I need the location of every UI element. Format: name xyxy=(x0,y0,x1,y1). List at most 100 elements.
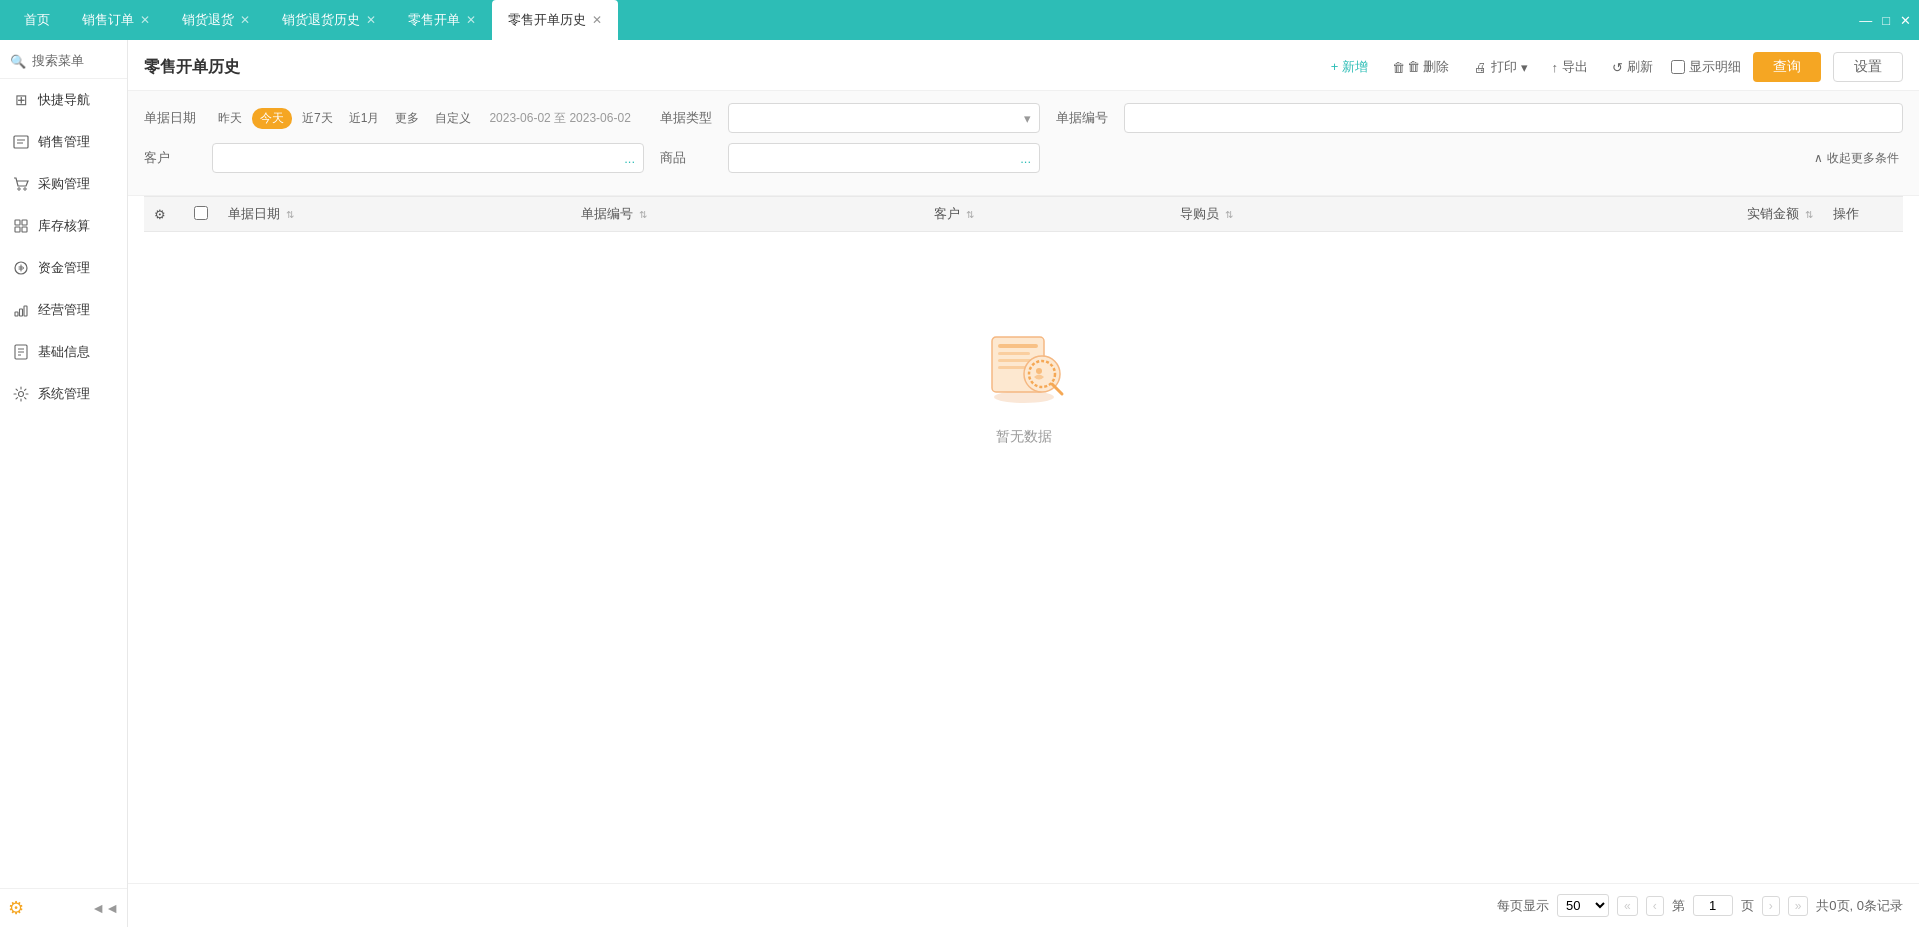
doc-type-select[interactable]: ▾ xyxy=(728,103,1040,133)
last-page-button[interactable]: » xyxy=(1788,896,1809,916)
tab-sales-return-history[interactable]: 销货退货历史 ✕ xyxy=(266,0,392,40)
export-button[interactable]: ↑ 导出 xyxy=(1546,54,1595,80)
tab-close-sales-order[interactable]: ✕ xyxy=(140,13,150,27)
window-expand[interactable]: □ xyxy=(1882,13,1890,28)
tab-close-sales-return-history[interactable]: ✕ xyxy=(366,13,376,27)
tab-close-retail-open[interactable]: ✕ xyxy=(466,13,476,27)
sidebar-bottom: ⚙ ◄◄ xyxy=(0,888,127,927)
sidebar: 🔍 搜索菜单 ⊞ 快捷导航 销售管理 采购管理 库存核算 xyxy=(0,40,128,927)
collapse-button[interactable]: ∧ 收起更多条件 xyxy=(1810,146,1903,171)
sidebar-item-operation[interactable]: 经营管理 xyxy=(0,289,127,331)
svg-rect-0 xyxy=(14,136,28,148)
sidebar-search[interactable]: 🔍 搜索菜单 xyxy=(0,40,127,79)
th-amount[interactable]: 实销金额 ⇅ xyxy=(1470,197,1823,232)
page-size-select[interactable]: 50 10 20 100 xyxy=(1557,894,1609,917)
product-select[interactable]: ... xyxy=(728,143,1040,173)
inventory-icon xyxy=(12,217,30,235)
prev-page-button[interactable]: ‹ xyxy=(1646,896,1664,916)
next-page-button[interactable]: › xyxy=(1762,896,1780,916)
filter-area: 单据日期 昨天 今天 近7天 近1月 更多 自定义 2023-06-02 至 2… xyxy=(128,91,1919,196)
window-close[interactable]: ✕ xyxy=(1900,13,1911,28)
sidebar-item-purchase-mgmt[interactable]: 采购管理 xyxy=(0,163,127,205)
sort-no-icon: ⇅ xyxy=(639,209,647,220)
th-date[interactable]: 单据日期 ⇅ xyxy=(218,197,571,232)
date-btn-today[interactable]: 今天 xyxy=(252,108,292,129)
sort-date-icon: ⇅ xyxy=(286,209,294,220)
sidebar-item-basic-info[interactable]: 基础信息 xyxy=(0,331,127,373)
th-checkbox xyxy=(184,197,218,232)
tab-retail-open-history[interactable]: 零售开单历史 ✕ xyxy=(492,0,618,40)
th-customer[interactable]: 客户 ⇅ xyxy=(924,197,1170,232)
print-arrow-icon: ▾ xyxy=(1521,60,1528,75)
column-settings-icon[interactable]: ⚙ xyxy=(154,207,166,222)
th-salesperson[interactable]: 导购员 ⇅ xyxy=(1170,197,1470,232)
filter-customer: 客户 ... xyxy=(144,143,644,173)
doc-no-input[interactable] xyxy=(1124,103,1903,133)
svg-rect-6 xyxy=(22,220,27,225)
filter-doc-type: 单据类型 ▾ xyxy=(660,103,1040,133)
page-input[interactable] xyxy=(1693,895,1733,916)
sidebar-item-sys-mgmt[interactable]: 系统管理 xyxy=(0,373,127,415)
filter-date: 单据日期 昨天 今天 近7天 近1月 更多 自定义 2023-06-02 至 2… xyxy=(144,108,644,129)
date-btn-7days[interactable]: 近7天 xyxy=(296,108,339,129)
svg-point-4 xyxy=(24,188,26,190)
content-area: 零售开单历史 + 新增 🗑 🗑 删除 🖨 打印 ▾ ↑ 导出 ↺ xyxy=(128,40,1919,927)
refresh-button[interactable]: ↺ 刷新 xyxy=(1606,54,1659,80)
sidebar-item-sales-mgmt[interactable]: 销售管理 xyxy=(0,121,127,163)
sort-amount-icon: ⇅ xyxy=(1805,209,1813,220)
filter-row-2: 客户 ... 商品 ... ∧ xyxy=(144,143,1903,173)
add-button[interactable]: + 新增 xyxy=(1325,54,1374,80)
filter-row-1: 单据日期 昨天 今天 近7天 近1月 更多 自定义 2023-06-02 至 2… xyxy=(144,103,1903,133)
date-btn-custom[interactable]: 自定义 xyxy=(429,108,477,129)
customer-ellipsis-icon[interactable]: ... xyxy=(624,151,635,166)
page-title: 零售开单历史 xyxy=(144,57,240,78)
sys-mgmt-icon xyxy=(12,385,30,403)
delete-button[interactable]: 🗑 🗑 删除 xyxy=(1386,54,1456,80)
print-icon: 🖨 xyxy=(1474,60,1487,75)
display-cols-toggle[interactable]: 显示明细 xyxy=(1671,58,1741,76)
first-page-button[interactable]: « xyxy=(1617,896,1638,916)
date-btn-1month[interactable]: 近1月 xyxy=(343,108,386,129)
query-button[interactable]: 查询 xyxy=(1753,52,1821,82)
tab-sales-return[interactable]: 销货退货 ✕ xyxy=(166,0,266,40)
svg-line-26 xyxy=(1052,384,1062,394)
date-range: 2023-06-02 至 2023-06-02 xyxy=(489,110,630,127)
sidebar-item-inventory[interactable]: 库存核算 xyxy=(0,205,127,247)
setting-button[interactable]: 设置 xyxy=(1833,52,1903,82)
date-btn-more[interactable]: 更多 xyxy=(389,108,425,129)
tab-home[interactable]: 首页 xyxy=(8,0,66,40)
customer-label: 客户 xyxy=(144,149,204,167)
customer-select[interactable]: ... xyxy=(212,143,644,173)
window-minus[interactable]: — xyxy=(1859,13,1872,28)
tab-sales-order[interactable]: 销售订单 ✕ xyxy=(66,0,166,40)
sidebar-settings-icon[interactable]: ⚙ xyxy=(8,897,24,919)
sidebar-item-quick-nav[interactable]: ⊞ 快捷导航 xyxy=(0,79,127,121)
pagination-bar: 每页显示 50 10 20 100 « ‹ 第 页 › » 共0页, 0条记录 xyxy=(128,883,1919,927)
doc-no-label: 单据编号 xyxy=(1056,109,1116,127)
th-no[interactable]: 单据编号 ⇅ xyxy=(571,197,924,232)
sidebar-collapse-icon[interactable]: ◄◄ xyxy=(91,900,119,916)
display-cols-checkbox[interactable] xyxy=(1671,60,1685,74)
date-label: 单据日期 xyxy=(144,109,204,127)
purchase-mgmt-icon xyxy=(12,175,30,193)
tab-retail-open[interactable]: 零售开单 ✕ xyxy=(392,0,492,40)
date-btn-yesterday[interactable]: 昨天 xyxy=(212,108,248,129)
svg-point-27 xyxy=(1036,368,1042,374)
toolbar: + 新增 🗑 🗑 删除 🖨 打印 ▾ ↑ 导出 ↺ 刷新 xyxy=(1325,52,1903,82)
basic-info-icon xyxy=(12,343,30,361)
svg-rect-11 xyxy=(20,309,23,316)
select-all-checkbox[interactable] xyxy=(194,206,208,220)
empty-state: 暂无数据 xyxy=(144,232,1903,486)
tab-close-retail-open-history[interactable]: ✕ xyxy=(592,13,602,27)
svg-point-17 xyxy=(19,392,24,397)
product-ellipsis-icon[interactable]: ... xyxy=(1020,151,1031,166)
print-button[interactable]: 🖨 打印 ▾ xyxy=(1468,54,1534,80)
svg-point-3 xyxy=(18,188,20,190)
window-controls: — □ ✕ xyxy=(1859,13,1911,28)
empty-icon xyxy=(974,312,1074,412)
data-table: ⚙ 单据日期 ⇅ 单据编号 ⇅ xyxy=(144,196,1903,232)
svg-rect-20 xyxy=(998,344,1038,348)
sidebar-item-finance[interactable]: 资金管理 xyxy=(0,247,127,289)
export-icon: ↑ xyxy=(1552,60,1559,75)
tab-close-sales-return[interactable]: ✕ xyxy=(240,13,250,27)
